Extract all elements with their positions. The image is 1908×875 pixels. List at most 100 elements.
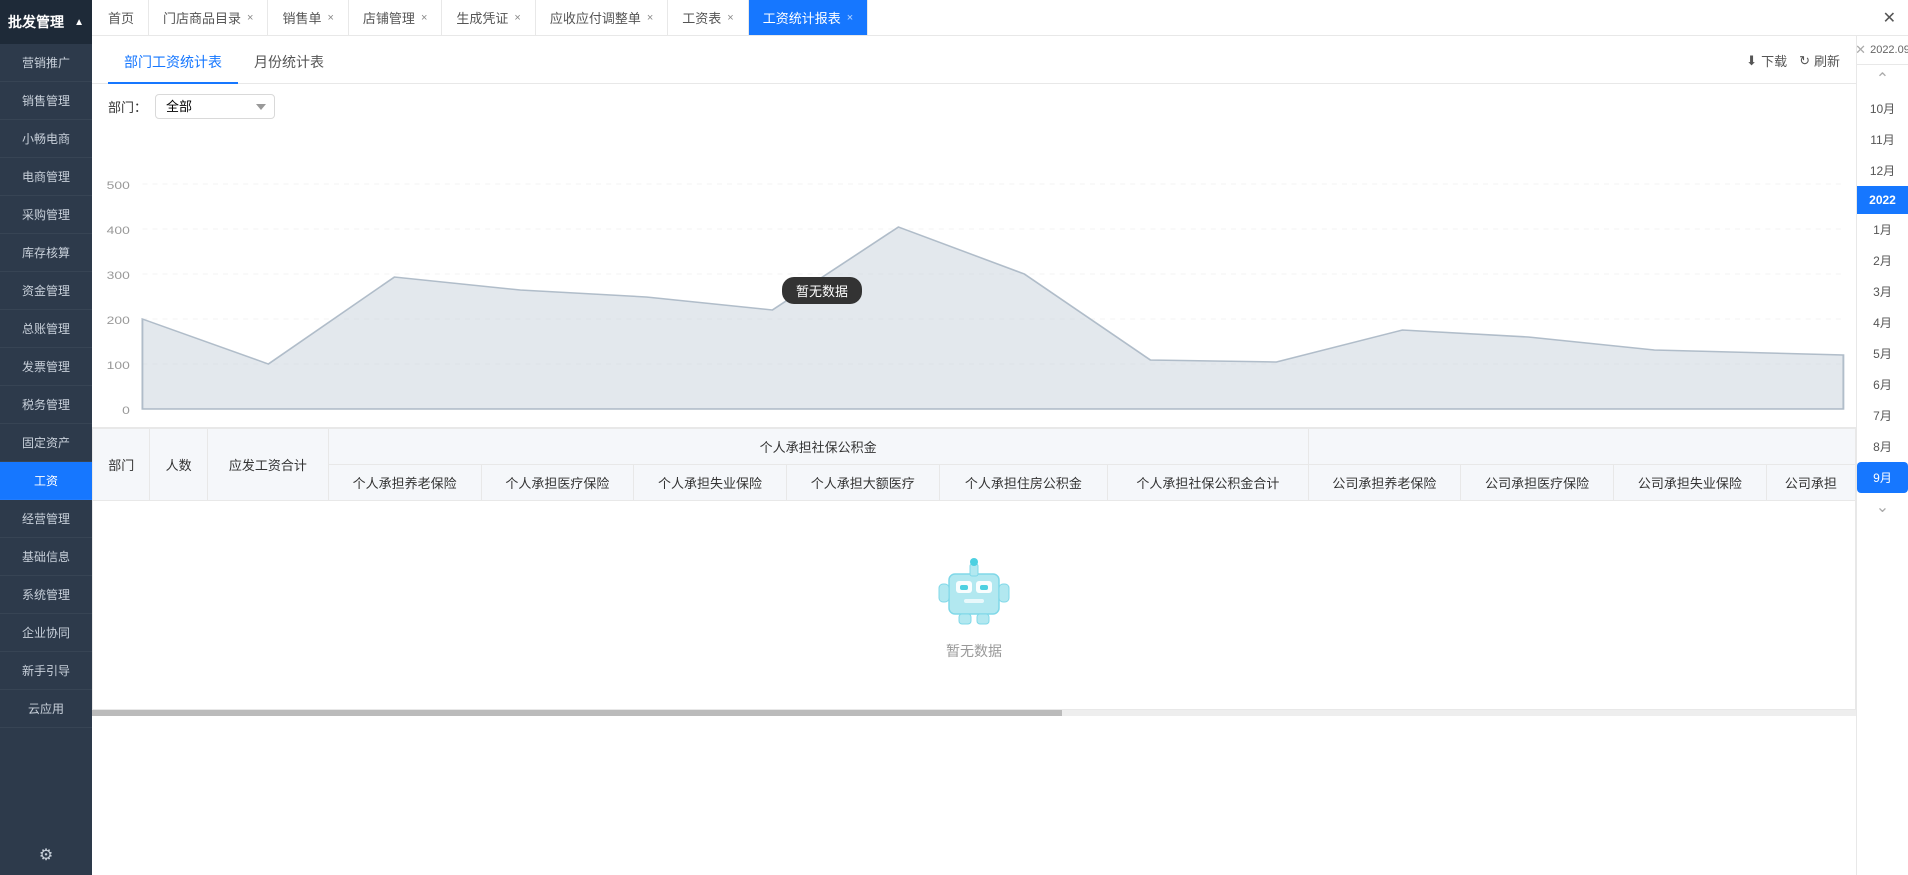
sidebar-item-ledger[interactable]: 总账管理: [0, 310, 92, 348]
panel-month-3[interactable]: 3月: [1857, 276, 1908, 307]
sidebar-item-sales[interactable]: 销售管理: [0, 82, 92, 120]
panel-nav-up[interactable]: ⌃: [1857, 65, 1908, 93]
tab-close-payroll[interactable]: ×: [727, 12, 733, 24]
col-sub-company-medical: 公司承担医疗保险: [1461, 465, 1614, 501]
tab-close-payroll-report[interactable]: ×: [847, 12, 853, 24]
horizontal-scrollbar[interactable]: [92, 710, 1856, 716]
svg-text:200: 200: [107, 314, 130, 326]
main-area: 首页 门店商品目录 × 销售单 × 店铺管理 × 生成凭证 × 应收应付调整单 …: [92, 0, 1908, 875]
sidebar-collapse-icon[interactable]: ▲: [74, 17, 84, 28]
svg-text:500: 500: [107, 179, 130, 191]
gear-icon: ⚙: [39, 847, 53, 864]
col-sub-personal-housing-fund: 个人承担住房公积金: [939, 465, 1108, 501]
chevron-down-icon: ⌄: [1876, 497, 1889, 517]
sidebar-item-basic-info[interactable]: 基础信息: [0, 538, 92, 576]
sidebar-item-ecommerce-small[interactable]: 小畅电商: [0, 120, 92, 158]
sidebar-item-tax[interactable]: 税务管理: [0, 386, 92, 424]
download-icon: ⬇: [1746, 53, 1757, 69]
payroll-chart: 0 100 200 300 400 500: [92, 129, 1856, 419]
tab-payroll-report[interactable]: 工资统计报表 ×: [749, 0, 868, 36]
sidebar-item-fixed-assets[interactable]: 固定资产: [0, 424, 92, 462]
panel-close-icon[interactable]: ✕: [1856, 42, 1866, 58]
tab-close-ar-ap-adjust[interactable]: ×: [647, 12, 653, 24]
svg-text:300: 300: [107, 269, 130, 281]
sidebar-item-ecommerce[interactable]: 电商管理: [0, 158, 92, 196]
panel-month-4[interactable]: 4月: [1857, 307, 1908, 338]
sidebar-item-purchase[interactable]: 采购管理: [0, 196, 92, 234]
tab-close-sales-order[interactable]: ×: [327, 12, 333, 24]
panel-month-9[interactable]: 9月: [1857, 462, 1908, 493]
col-sub-personal-major-medical: 个人承担大额医疗: [786, 465, 939, 501]
svg-text:0: 0: [122, 404, 130, 416]
sidebar-item-collaboration[interactable]: 企业协同: [0, 614, 92, 652]
filter-dept-label: 部门：: [108, 97, 147, 116]
sidebar: 批发管理 ▲ 营销推广 销售管理 小畅电商 电商管理 采购管理 库存核算 资金管…: [0, 0, 92, 875]
filter-bar: 部门： 全部: [92, 84, 1856, 129]
sidebar-item-cloud[interactable]: 云应用: [0, 690, 92, 728]
panel-year-2022[interactable]: 2022: [1857, 186, 1908, 214]
sidebar-item-invoice[interactable]: 发票管理: [0, 348, 92, 386]
sub-tabs: 部门工资统计表 月份统计表 ⬇ 下载 ↻ 刷新: [92, 36, 1856, 84]
tab-payroll[interactable]: 工资表 ×: [668, 0, 748, 36]
page-content: 部门工资统计表 月份统计表 ⬇ 下载 ↻ 刷新: [92, 36, 1856, 875]
sub-tab-actions: ⬇ 下载 ↻ 刷新: [1746, 51, 1840, 78]
tab-close-store-mgmt[interactable]: ×: [421, 12, 427, 24]
panel-nav-down[interactable]: ⌄: [1857, 493, 1908, 521]
sidebar-item-operations[interactable]: 经营管理: [0, 500, 92, 538]
sidebar-item-guide[interactable]: 新手引导: [0, 652, 92, 690]
sidebar-item-system[interactable]: 系统管理: [0, 576, 92, 614]
sidebar-item-marketing[interactable]: 营销推广: [0, 44, 92, 82]
sub-tab-dept[interactable]: 部门工资统计表: [108, 46, 238, 84]
tab-home[interactable]: 首页: [92, 0, 149, 36]
panel-month-oct[interactable]: 10月: [1857, 93, 1908, 124]
no-data-container: 暂无数据: [103, 509, 1845, 701]
sidebar-item-payroll[interactable]: 工资: [0, 462, 92, 500]
panel-month-1[interactable]: 1月: [1857, 214, 1908, 245]
tab-gen-voucher[interactable]: 生成凭证 ×: [442, 0, 535, 36]
panel-month-6[interactable]: 6月: [1857, 369, 1908, 400]
col-sub-personal-medical: 个人承担医疗保险: [481, 465, 634, 501]
panel-month-nov[interactable]: 11月: [1857, 124, 1908, 155]
tab-close-all-icon[interactable]: ✕: [1879, 8, 1900, 28]
refresh-button[interactable]: ↻ 刷新: [1799, 51, 1840, 70]
svg-text:100: 100: [107, 359, 130, 371]
col-header-personal-insurance: 个人承担社保公积金: [328, 429, 1308, 465]
tab-ar-ap-adjust[interactable]: 应收应付调整单 ×: [536, 0, 668, 36]
chevron-up-icon: ⌃: [1876, 69, 1889, 89]
sidebar-footer[interactable]: ⚙: [0, 835, 92, 875]
panel-month-2[interactable]: 2月: [1857, 245, 1908, 276]
refresh-icon: ↻: [1799, 53, 1810, 69]
svg-text:400: 400: [107, 224, 130, 236]
panel-month-7[interactable]: 7月: [1857, 400, 1908, 431]
content-area: 部门工资统计表 月份统计表 ⬇ 下载 ↻ 刷新: [92, 36, 1908, 875]
sidebar-title: 批发管理: [8, 12, 64, 32]
table-area[interactable]: 部门 人数 应发工资合计 个人承担社保公积金 个人承担养老保险 个人承担医疗保险…: [92, 427, 1856, 875]
no-data-text: 暂无数据: [946, 641, 1002, 661]
current-period-label: ✕ 2022.09: [1857, 36, 1908, 65]
col-header-dept: 部门: [93, 429, 150, 501]
sidebar-header[interactable]: 批发管理 ▲: [0, 0, 92, 44]
panel-month-8[interactable]: 8月: [1857, 431, 1908, 462]
data-table: 部门 人数 应发工资合计 个人承担社保公积金 个人承担养老保险 个人承担医疗保险…: [92, 428, 1856, 710]
sidebar-item-inventory[interactable]: 库存核算: [0, 234, 92, 272]
tab-close-gen-voucher[interactable]: ×: [514, 12, 520, 24]
col-sub-company-unemployment: 公司承担失业保险: [1613, 465, 1766, 501]
col-sub-company-pension: 公司承担养老保险: [1308, 465, 1461, 501]
tab-bar-end: ✕: [1879, 8, 1908, 28]
sub-tab-month[interactable]: 月份统计表: [238, 46, 340, 84]
tab-bar: 首页 门店商品目录 × 销售单 × 店铺管理 × 生成凭证 × 应收应付调整单 …: [92, 0, 1908, 36]
tab-store-mgmt[interactable]: 店铺管理 ×: [349, 0, 442, 36]
panel-month-5[interactable]: 5月: [1857, 338, 1908, 369]
col-header-count: 人数: [150, 429, 207, 501]
panel-month-dec[interactable]: 12月: [1857, 155, 1908, 186]
no-data-icon: [934, 549, 1014, 629]
tab-close-store-catalog[interactable]: ×: [247, 12, 253, 24]
col-sub-personal-unemployment: 个人承担失业保险: [634, 465, 787, 501]
download-button[interactable]: ⬇ 下载: [1746, 51, 1787, 70]
sidebar-item-finance[interactable]: 资金管理: [0, 272, 92, 310]
col-sub-company-other: 公司承担: [1766, 465, 1855, 501]
tab-sales-order[interactable]: 销售单 ×: [268, 0, 348, 36]
dept-filter-select[interactable]: 全部: [155, 94, 275, 119]
tab-store-catalog[interactable]: 门店商品目录 ×: [149, 0, 268, 36]
col-sub-personal-total: 个人承担社保公积金合计: [1108, 465, 1308, 501]
